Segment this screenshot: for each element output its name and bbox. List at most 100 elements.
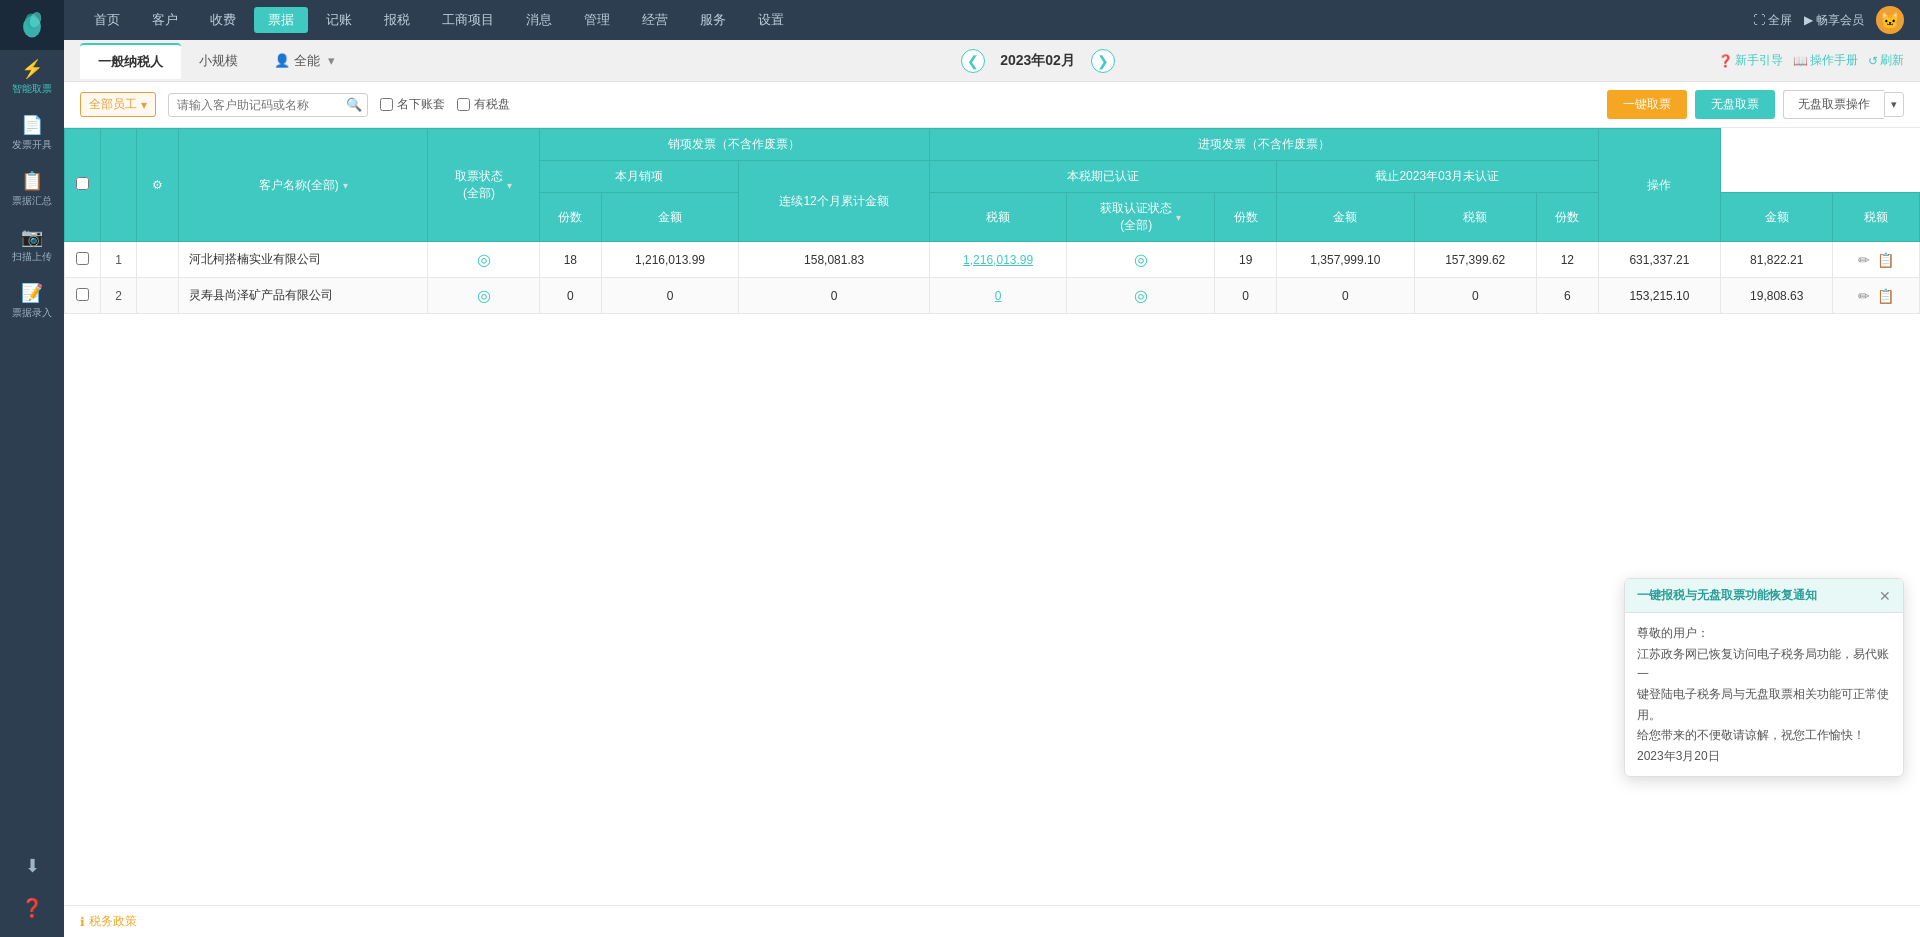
th-sales-tax: 税额: [929, 193, 1066, 242]
nav-home[interactable]: 首页: [80, 7, 134, 33]
tax-policy-link[interactable]: 税务政策: [89, 913, 137, 930]
no-disk-operations-dropdown-btn[interactable]: ▾: [1884, 92, 1904, 117]
sidebar-item-data-entry[interactable]: 📝 票据录入: [0, 274, 64, 330]
tab-small-scale-label: 小规模: [199, 52, 238, 70]
fullscreen-btn[interactable]: ⛶ 全屏: [1753, 12, 1792, 29]
sidebar-item-scan-upload[interactable]: 📷 扫描上传: [0, 218, 64, 274]
row-settings-cell: [137, 278, 179, 314]
sidebar-item-download[interactable]: ⬇: [0, 847, 64, 885]
table-row: 2 灵寿县尚泽矿产品有限公司 ◎ 0 0 0 0 ◎ 0 0 0 6 153,2…: [65, 278, 1920, 314]
search-input[interactable]: [168, 93, 368, 117]
top-nav: 首页 客户 收费 票据 记账 报税 工商项目 消息 管理 经营 服务 设置 ⛶ …: [64, 0, 1920, 40]
sidebar-logo[interactable]: [0, 0, 64, 50]
tab-general-taxpayer-label: 一般纳税人: [98, 53, 163, 71]
nav-accounting[interactable]: 记账: [312, 7, 366, 33]
notification-close-btn[interactable]: ✕: [1879, 588, 1891, 604]
row-cert-status: ◎: [1067, 278, 1215, 314]
checkbox-account[interactable]: [380, 98, 393, 111]
sidebar-item-invoice-summary[interactable]: 📋 票据汇总: [0, 162, 64, 218]
sidebar-item-smart-fetch[interactable]: ⚡ 智能取票: [0, 50, 64, 106]
th-checkbox: [65, 129, 101, 242]
nav-settings[interactable]: 设置: [744, 7, 798, 33]
refresh-icon: ↺: [1868, 54, 1878, 68]
nav-invoice[interactable]: 票据: [254, 7, 308, 33]
nav-message[interactable]: 消息: [512, 7, 566, 33]
row-purchase-uncertified-count: 12: [1536, 242, 1598, 278]
new-user-guide-btn[interactable]: ❓ 新手引导: [1718, 52, 1783, 69]
settings-icon[interactable]: ⚙: [152, 178, 163, 192]
view-icon[interactable]: 📋: [1877, 252, 1894, 268]
row-purchase-certified-tax: 157,399.62: [1414, 242, 1536, 278]
no-disk-fetch-btn[interactable]: 无盘取票: [1695, 90, 1775, 119]
th-settings: ⚙: [137, 129, 179, 242]
nav-billing[interactable]: 收费: [196, 7, 250, 33]
one-click-fetch-btn[interactable]: 一键取票: [1607, 90, 1687, 119]
tab-all[interactable]: 👤 全能 ▾: [256, 40, 357, 84]
th-until-2023-03: 截止2023年03月未认证: [1277, 161, 1599, 193]
consecutive-12-link[interactable]: 0: [995, 289, 1002, 303]
book-icon: 📖: [1793, 54, 1808, 68]
sidebar-item-label: 票据汇总: [12, 194, 52, 208]
sidebar-item-label: 发票开具: [12, 138, 52, 152]
th-until-2023-03-text: 截止2023年03月未认证: [1375, 169, 1499, 183]
th-current-period-certified: 本税期已认证: [929, 161, 1276, 193]
member-btn[interactable]: ▶ 畅享会员: [1804, 12, 1864, 29]
th-sales-invoice: 销项发票（不含作废票）: [539, 129, 929, 161]
notification-line: 2023年3月20日: [1637, 746, 1891, 766]
sidebar-item-label: 票据录入: [12, 306, 52, 320]
th-purchase-certified-amount: 金额: [1277, 193, 1414, 242]
operation-manual-btn[interactable]: 📖 操作手册: [1793, 52, 1858, 69]
row-purchase-certified-amount: 0: [1277, 278, 1414, 314]
filter-bar: 全部员工 ▾ 🔍 名下账套 有税盘 一键取票 无盘取票 无盘取票操作 ▾: [64, 82, 1920, 128]
checkbox-account-label[interactable]: 名下账套: [380, 96, 445, 113]
row-customer-name: 灵寿县尚泽矿产品有限公司: [179, 278, 428, 314]
nav-service[interactable]: 服务: [686, 7, 740, 33]
avatar[interactable]: 🐱: [1876, 6, 1904, 34]
employee-selector[interactable]: 全部员工 ▾: [80, 92, 156, 117]
notification-body: 尊敬的用户：江苏政务网已恢复访问电子税务局功能，易代账一键登陆电子税务局与无盘取…: [1625, 613, 1903, 776]
th-operation-text: 操作: [1647, 178, 1671, 192]
tab-general-taxpayer[interactable]: 一般纳税人: [80, 43, 181, 79]
notification-line: 江苏政务网已恢复访问电子税务局功能，易代账一: [1637, 644, 1891, 685]
row-checkbox[interactable]: [76, 288, 89, 301]
nav-tax[interactable]: 报税: [370, 7, 424, 33]
sidebar-item-invoice-open[interactable]: 📄 发票开具: [0, 106, 64, 162]
tab-small-scale[interactable]: 小规模: [181, 44, 256, 78]
row-consecutive-12: 1,216,013.99: [929, 242, 1066, 278]
download-icon: ⬇: [25, 857, 40, 875]
row-num: 2: [101, 278, 137, 314]
sidebar-item-help[interactable]: ❓: [0, 889, 64, 927]
help-icon: ❓: [21, 899, 43, 917]
fetch-status-filter-icon[interactable]: ▾: [507, 180, 512, 191]
entry-icon: 📝: [21, 284, 43, 302]
row-sales-amount: 1,216,013.99: [601, 242, 738, 278]
row-settings-cell: [137, 242, 179, 278]
search-icon-btn[interactable]: 🔍: [346, 97, 362, 112]
nav-business[interactable]: 工商项目: [428, 7, 508, 33]
refresh-btn[interactable]: ↺ 刷新: [1868, 52, 1904, 69]
view-icon[interactable]: 📋: [1877, 288, 1894, 304]
consecutive-12-link[interactable]: 1,216,013.99: [963, 253, 1033, 267]
nav-customer[interactable]: 客户: [138, 7, 192, 33]
th-num: [101, 129, 137, 242]
checkbox-tax[interactable]: [457, 98, 470, 111]
sidebar-bottom: ⬇ ❓: [0, 847, 64, 937]
customer-filter-icon[interactable]: ▾: [343, 180, 348, 191]
row-checkbox[interactable]: [76, 252, 89, 265]
fetch-status-check-icon: ◎: [477, 287, 491, 304]
nav-operation[interactable]: 经营: [628, 7, 682, 33]
cert-status-filter-icon[interactable]: ▾: [1176, 212, 1181, 223]
prev-month-btn[interactable]: ❮: [961, 49, 985, 73]
checkbox-tax-label[interactable]: 有税盘: [457, 96, 510, 113]
edit-icon[interactable]: ✏: [1858, 288, 1870, 304]
cert-status-check-icon: ◎: [1134, 287, 1148, 304]
nav-manage[interactable]: 管理: [570, 7, 624, 33]
row-purchase-certified-tax: 0: [1414, 278, 1536, 314]
no-disk-operations-btn[interactable]: 无盘取票操作: [1783, 90, 1884, 119]
edit-icon[interactable]: ✏: [1858, 252, 1870, 268]
next-month-btn[interactable]: ❯: [1091, 49, 1115, 73]
row-purchase-certified-amount: 1,357,999.10: [1277, 242, 1414, 278]
select-all-checkbox[interactable]: [76, 177, 89, 190]
notification-popup: 一键报税与无盘取票功能恢复通知 ✕ 尊敬的用户：江苏政务网已恢复访问电子税务局功…: [1624, 578, 1904, 777]
tab-more-icon[interactable]: ▾: [324, 45, 339, 76]
